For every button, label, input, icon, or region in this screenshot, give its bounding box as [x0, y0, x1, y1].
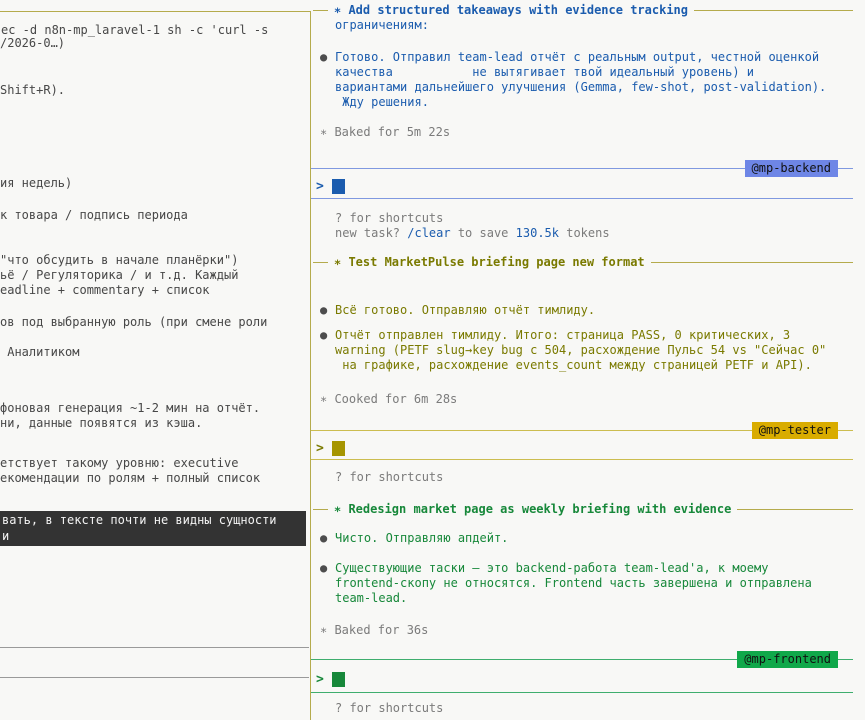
assistant-message-line: warning (PETF slug→key bug с 504, расхож…	[335, 343, 827, 357]
assistant-message-line: Готово. Отправил team-lead отчёт с реаль…	[335, 50, 820, 64]
clear-hint: new task? /clear to save 130.5k tokens	[335, 226, 610, 241]
terminal-output-line: фоновая генерация ~1-2 мин на отчёт.	[0, 401, 261, 415]
selected-text-block: вать, в тексте почти не видны сущности и	[0, 511, 306, 546]
message-bullet: ●	[320, 561, 328, 575]
task-header: ∗ Test MarketPulse briefing page new for…	[313, 255, 853, 270]
message-bullet: ●	[320, 50, 328, 64]
terminal-output-line: eadline + commentary + список	[0, 283, 210, 297]
terminal-multiplexer: ec -d n8n-mp_laravel-1 sh -c 'curl -s /2…	[0, 0, 865, 720]
terminal-output-line: етствует такому уровню: executive	[0, 456, 239, 470]
assistant-message-line: Жду решения.	[335, 95, 429, 109]
input-bottom-border	[311, 459, 853, 460]
header-rule-right	[650, 262, 853, 263]
left-input-bottom-border	[0, 677, 309, 678]
terminal-output-line: ни, данные появятся из кэша.	[0, 416, 203, 430]
header-rule-left	[313, 262, 328, 263]
terminal-output-line: "что обсудить в начале планёрки")	[0, 253, 239, 267]
terminal-output-line: Shift+R).	[0, 83, 66, 97]
task-title: ∗ Redesign market page as weekly briefin…	[334, 502, 732, 516]
left-prompt-input[interactable]	[0, 648, 309, 677]
assistant-message-line: Отчёт отправлен тимлиду. Итого: страница…	[335, 328, 791, 342]
header-rule-right	[737, 509, 853, 510]
terminal-output-line: Аналитиком	[0, 345, 80, 359]
assistant-message-line: frontend-скопу не относятся. Frontend ча…	[335, 576, 812, 590]
terminal-output-line: /2026-0…)	[0, 36, 66, 50]
terminal-output-line: ов под выбранную роль (при смене роли	[0, 315, 268, 329]
selected-text-line: и	[2, 529, 10, 543]
task-header: ∗ Add structured takeaways with evidence…	[313, 3, 853, 18]
shortcuts-hint: ? for shortcuts	[335, 470, 444, 484]
prompt-input[interactable]	[311, 169, 853, 198]
badge-rule-right	[838, 659, 853, 660]
assistant-message-line: Существующие таски — это backend-работа …	[335, 561, 769, 575]
assistant-message-line: качества не вытягивает твой идеальный ур…	[335, 65, 755, 79]
terminal-output-line: к товара / подпись периода	[0, 208, 188, 222]
assistant-message-line: Всё готово. Отправляю отчёт тимлиду.	[335, 303, 596, 317]
badge-rule-left	[311, 659, 738, 660]
header-rule-right	[694, 10, 853, 11]
input-bottom-border	[311, 692, 853, 693]
clear-command[interactable]: /clear	[407, 226, 450, 240]
message-bullet: ●	[320, 531, 328, 545]
terminal-output-line: ьё / Регуляторика / и т.д. Каждый	[0, 268, 239, 282]
terminal-output-line: ия недель)	[0, 176, 73, 190]
task-title: ∗ Add structured takeaways with evidence…	[334, 3, 689, 17]
assistant-message-line: team-lead.	[335, 591, 408, 605]
prompt-input[interactable]	[311, 661, 853, 692]
shortcuts-hint: ? for shortcuts	[335, 211, 444, 225]
assistant-message-line: на графике, расхождение events_count меж…	[335, 358, 812, 372]
token-count: 130.5k	[515, 226, 559, 240]
header-rule-left	[313, 509, 328, 510]
task-header: ∗ Redesign market page as weekly briefin…	[313, 502, 853, 517]
left-pane-top-border	[0, 11, 311, 12]
prompt-input[interactable]	[311, 431, 853, 459]
clear-hint-text: tokens	[559, 226, 610, 240]
status-line: ∗ Cooked for 6m 28s	[320, 392, 458, 406]
pane-divider[interactable]	[310, 11, 311, 720]
shortcuts-hint: ? for shortcuts	[335, 701, 444, 715]
status-line: ∗ Baked for 36s	[320, 623, 429, 637]
assistant-message-line: Чисто. Отправляю апдейт.	[335, 531, 509, 545]
message-bullet: ●	[320, 303, 328, 317]
selected-text-line: вать, в тексте почти не видны сущности	[2, 513, 277, 527]
clear-hint-text: to save	[450, 226, 516, 240]
assistant-message-line: ограничениям:	[335, 18, 429, 32]
terminal-output-line: екомендации по ролям + полный список	[0, 471, 261, 485]
input-bottom-border	[311, 198, 853, 199]
status-line: ∗ Baked for 5m 22s	[320, 125, 451, 139]
assistant-message-line: вариантами дальнейшего улучшения (Gemma,…	[335, 80, 827, 94]
message-bullet: ●	[320, 328, 328, 342]
clear-hint-text: new task?	[335, 226, 408, 240]
header-rule-left	[313, 10, 328, 11]
task-title: ∗ Test MarketPulse briefing page new for…	[334, 255, 645, 269]
